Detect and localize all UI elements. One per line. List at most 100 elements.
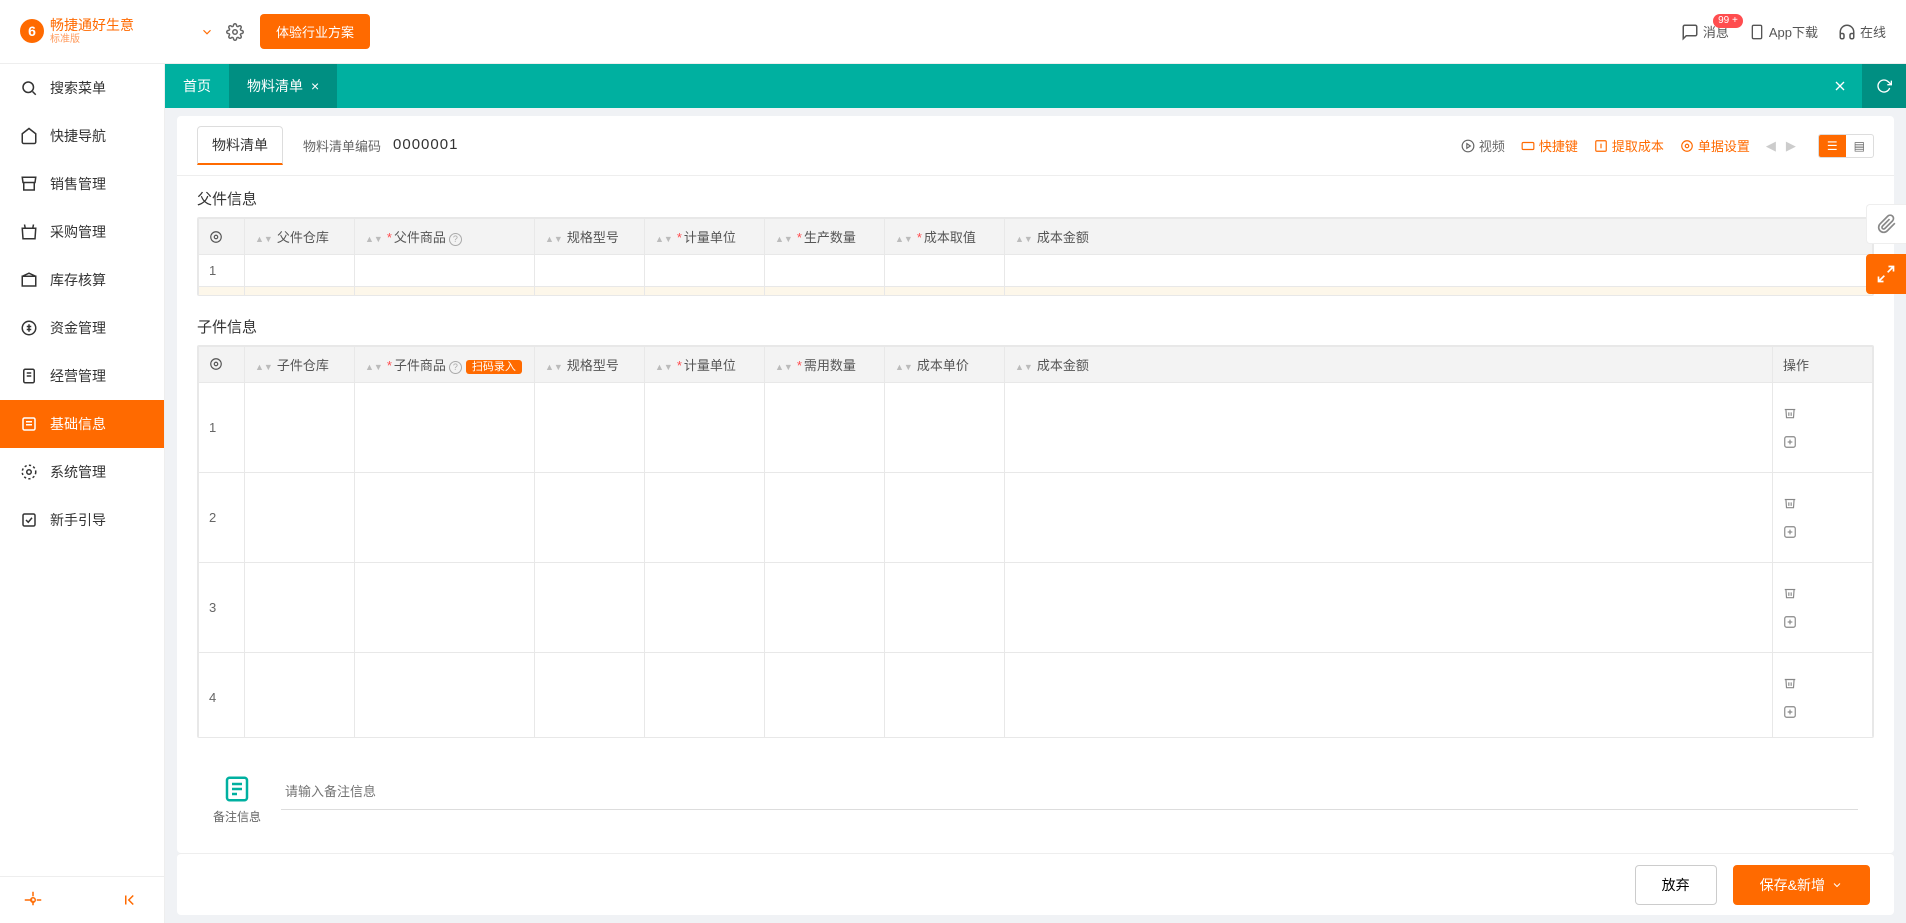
messages-link[interactable]: 消息 99 + — [1681, 22, 1729, 41]
attachment-tab[interactable] — [1866, 204, 1906, 244]
parent-subtotal-amount: 0.00 — [1005, 287, 1873, 296]
add-row-icon[interactable] — [1783, 525, 1862, 539]
scan-badge[interactable]: 扫码录入 — [466, 360, 522, 374]
child-col-cost-amount[interactable]: ▲▼成本金额 — [1005, 346, 1773, 382]
save-and-new-label: 保存&新增 — [1760, 875, 1825, 895]
play-icon — [1461, 139, 1475, 153]
row-number: 4 — [199, 652, 245, 738]
row-number: 2 — [199, 472, 245, 562]
sidebar-item-label: 经营管理 — [50, 366, 106, 386]
memo-icon — [222, 774, 252, 804]
view-grid-icon[interactable]: ▤ — [1846, 135, 1873, 157]
help-icon[interactable]: ? — [449, 233, 462, 246]
doc-icon — [20, 367, 38, 385]
child-col-qty[interactable]: ▲▼*需用数量 — [765, 346, 885, 382]
money-icon — [20, 319, 38, 337]
sidebar-item-7[interactable]: 基础信息 — [0, 400, 164, 448]
stock-icon — [20, 271, 38, 289]
extract-cost-link[interactable]: 提取成本 — [1594, 136, 1664, 155]
child-col-spec[interactable]: ▲▼规格型号 — [535, 346, 645, 382]
sidebar-item-label: 采购管理 — [50, 222, 106, 242]
video-label: 视频 — [1479, 136, 1505, 155]
child-col-warehouse[interactable]: ▲▼子件仓库 — [245, 346, 355, 382]
sidebar-item-3[interactable]: 采购管理 — [0, 208, 164, 256]
tab-bom[interactable]: 物料清单 × — [229, 64, 337, 108]
child-col-cost-price[interactable]: ▲▼成本单价 — [885, 346, 1005, 382]
sidebar-item-label: 新手引导 — [50, 510, 106, 530]
sidebar: 搜索菜单快捷导航销售管理采购管理库存核算资金管理经营管理基础信息系统管理新手引导 — [0, 64, 165, 923]
brand-name: 畅捷通好生意 — [50, 18, 134, 33]
app-download-label: App下载 — [1769, 22, 1818, 41]
parent-gear-header[interactable] — [199, 219, 245, 255]
sidebar-item-9[interactable]: 新手引导 — [0, 496, 164, 544]
video-link[interactable]: 视频 — [1461, 136, 1505, 155]
sidebar-item-5[interactable]: 资金管理 — [0, 304, 164, 352]
parent-col-cost-method[interactable]: ▲▼*成本取值 — [885, 219, 1005, 255]
app-download-link[interactable]: App下载 — [1749, 22, 1818, 41]
sidebar-item-6[interactable]: 经营管理 — [0, 352, 164, 400]
sidebar-item-8[interactable]: 系统管理 — [0, 448, 164, 496]
info-icon — [20, 415, 38, 433]
close-all-tabs-icon[interactable] — [1818, 64, 1862, 108]
sidebar-item-label: 销售管理 — [50, 174, 106, 194]
parent-col-warehouse[interactable]: ▲▼父件仓库 — [245, 219, 355, 255]
sidebar-item-1[interactable]: 快捷导航 — [0, 112, 164, 160]
document-header: 物料清单 物料清单编码 0000001 视频 快捷键 — [177, 116, 1894, 176]
child-row[interactable]: 3 — [199, 562, 1873, 652]
delete-row-icon[interactable] — [1783, 496, 1862, 510]
doc-settings-link[interactable]: 单据设置 — [1680, 136, 1750, 155]
tab-close-icon[interactable]: × — [311, 78, 319, 94]
tab-home[interactable]: 首页 — [165, 64, 229, 108]
settings-icon[interactable] — [226, 23, 244, 41]
sidebar-item-label: 基础信息 — [50, 414, 106, 434]
memo-input[interactable] — [281, 774, 1858, 810]
keyboard-icon — [1521, 139, 1535, 153]
sidebar-item-4[interactable]: 库存核算 — [0, 256, 164, 304]
refresh-tab-icon[interactable] — [1862, 64, 1906, 108]
online-support-link[interactable]: 在线 — [1838, 22, 1886, 41]
next-doc-icon[interactable]: ▶ — [1786, 138, 1796, 154]
child-col-ops: 操作 — [1773, 346, 1873, 382]
child-row[interactable]: 1 — [199, 382, 1873, 472]
discard-button[interactable]: 放弃 — [1635, 865, 1717, 905]
save-and-new-button[interactable]: 保存&新增 — [1733, 865, 1870, 905]
sidebar-settings-icon[interactable] — [24, 891, 42, 909]
fullscreen-tab[interactable] — [1866, 254, 1906, 294]
parent-row[interactable]: 1 — [199, 255, 1873, 287]
parent-col-qty[interactable]: ▲▼*生产数量 — [765, 219, 885, 255]
parent-subtotal-label: 小计 — [199, 287, 245, 296]
gear-icon — [1680, 139, 1694, 153]
extract-icon — [1594, 139, 1608, 153]
child-col-product[interactable]: ▲▼*子件商品?扫码录入 — [355, 346, 535, 382]
shortcut-link[interactable]: 快捷键 — [1521, 136, 1578, 155]
parent-col-product[interactable]: ▲▼*父件商品? — [355, 219, 535, 255]
add-row-icon[interactable] — [1783, 435, 1862, 449]
add-row-icon[interactable] — [1783, 705, 1862, 719]
top-header: 6 畅捷通好生意 标准版 体验行业方案 消息 99 + App下载 — [0, 0, 1906, 64]
document-tab[interactable]: 物料清单 — [197, 126, 283, 165]
parent-col-unit[interactable]: ▲▼*计量单位 — [645, 219, 765, 255]
view-list-icon[interactable]: ☰ — [1819, 135, 1846, 157]
child-row[interactable]: 4 — [199, 652, 1873, 738]
parent-subtotal-qty: 0.00 — [765, 287, 885, 296]
parent-col-cost-amount[interactable]: ▲▼成本金额 — [1005, 219, 1873, 255]
delete-row-icon[interactable] — [1783, 406, 1862, 420]
industry-cta-button[interactable]: 体验行业方案 — [260, 14, 370, 49]
guide-icon — [20, 511, 38, 529]
prev-doc-icon[interactable]: ◀ — [1766, 138, 1776, 154]
child-gear-header[interactable] — [199, 346, 245, 382]
sidebar-item-2[interactable]: 销售管理 — [0, 160, 164, 208]
headset-icon — [1838, 23, 1856, 41]
child-row[interactable]: 2 — [199, 472, 1873, 562]
delete-row-icon[interactable] — [1783, 586, 1862, 600]
main-area: 首页 物料清单 × 物料清 — [165, 64, 1906, 923]
child-col-unit[interactable]: ▲▼*计量单位 — [645, 346, 765, 382]
delete-row-icon[interactable] — [1783, 676, 1862, 690]
add-row-icon[interactable] — [1783, 615, 1862, 629]
sidebar-item-0[interactable]: 搜索菜单 — [0, 64, 164, 112]
parent-col-spec[interactable]: ▲▼规格型号 — [535, 219, 645, 255]
company-selector[interactable] — [200, 25, 214, 39]
help-icon[interactable]: ? — [449, 361, 462, 374]
home-icon — [20, 127, 38, 145]
sidebar-collapse-icon[interactable] — [122, 891, 140, 909]
